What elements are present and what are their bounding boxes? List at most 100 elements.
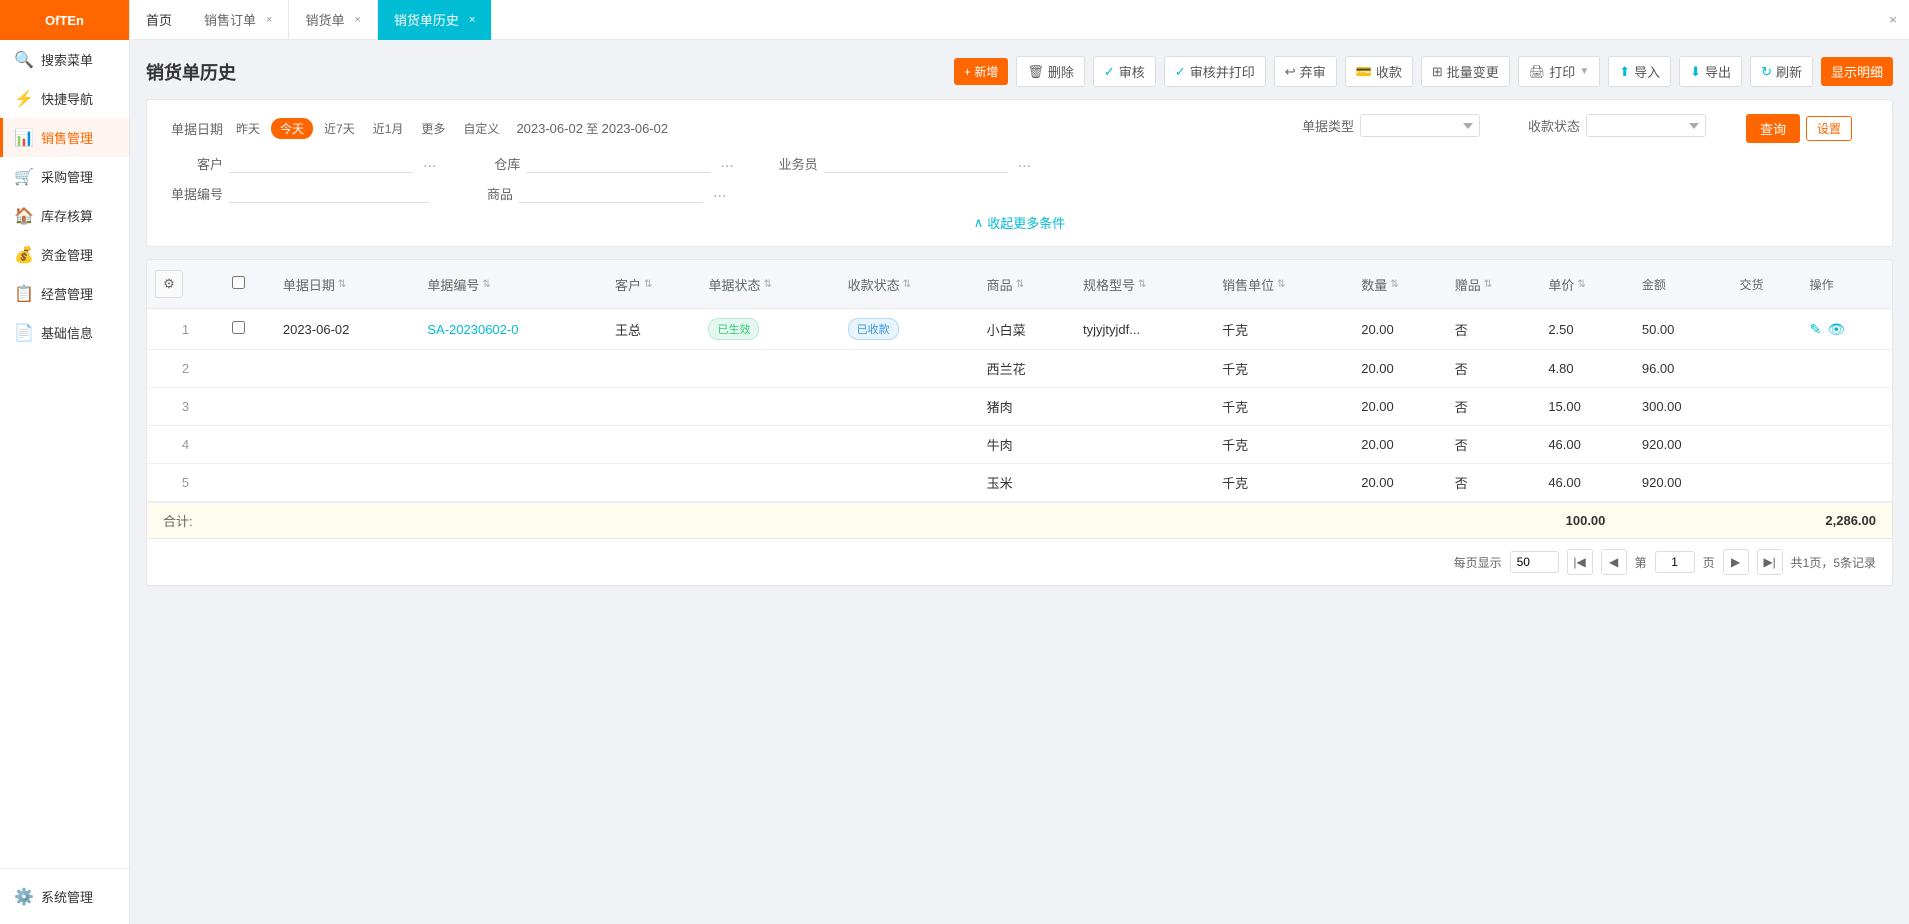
delete-button[interactable]: 🗑 删除 <box>1016 56 1085 87</box>
import-button[interactable]: ⬆ 导入 <box>1608 56 1671 87</box>
salesperson-dots[interactable]: ... <box>1018 154 1031 172</box>
th-doc-number[interactable]: 单据编号⇅ <box>419 260 607 309</box>
sidebar-item-quick-nav[interactable]: ⚡ 快捷导航 <box>0 79 129 118</box>
shortcut-more[interactable]: 更多 <box>414 118 452 139</box>
cell-checkbox[interactable] <box>224 388 275 426</box>
abandon-button[interactable]: ↩ 弃审 <box>1274 56 1337 87</box>
th-gift[interactable]: 赠品⇅ <box>1447 260 1541 309</box>
tab-sales-history-close[interactable]: × <box>469 14 475 26</box>
row-checkbox[interactable] <box>232 321 245 334</box>
select-all-checkbox[interactable] <box>232 276 245 289</box>
sidebar-item-system-mgmt[interactable]: ⚙️ 系统管理 <box>0 877 129 916</box>
doc-number-link[interactable]: SA-20230602-0 <box>427 322 518 337</box>
doc-type-select[interactable] <box>1360 114 1480 137</box>
salesperson-input[interactable] <box>824 153 1008 173</box>
cell-doc-status <box>700 350 839 388</box>
audit-print-button[interactable]: ✓ 审核并打印 <box>1164 56 1266 87</box>
warehouse-dots[interactable]: ... <box>720 154 733 172</box>
cell-checkbox[interactable] <box>224 464 275 502</box>
shortcut-yesterday[interactable]: 昨天 <box>229 118 267 139</box>
customer-dots[interactable]: ... <box>423 154 436 172</box>
pagination: 每页显示 10 20 50 100 |◀ ◀ 第 页 ▶ ▶| 共1页，5条记录 <box>147 538 1892 585</box>
cell-spec-type <box>1075 464 1214 502</box>
th-doc-date[interactable]: 单据日期⇅ <box>275 260 420 309</box>
sidebar-item-purchase-mgmt[interactable]: 🛒 采购管理 <box>0 157 129 196</box>
sidebar-item-finance-mgmt[interactable]: 💰 资金管理 <box>0 235 129 274</box>
th-goods[interactable]: 商品⇅ <box>979 260 1075 309</box>
query-button[interactable]: 查询 <box>1746 114 1800 143</box>
cell-quantity: 20.00 <box>1353 309 1447 350</box>
cell-quantity: 20.00 <box>1353 464 1447 502</box>
print-button[interactable]: 🖨 打印 ▼ <box>1518 56 1600 87</box>
tab-sales-order-close[interactable]: × <box>266 14 272 26</box>
inventory-icon: 🏠 <box>15 207 33 225</box>
cell-spec-type <box>1075 388 1214 426</box>
cell-doc-status <box>700 464 839 502</box>
shortcut-1month[interactable]: 近1月 <box>366 118 411 139</box>
view-icon[interactable]: 👁 <box>1827 321 1845 338</box>
th-customer[interactable]: 客户⇅ <box>607 260 701 309</box>
shortcut-7days[interactable]: 近7天 <box>317 118 362 139</box>
export-button[interactable]: ⬇ 导出 <box>1679 56 1742 87</box>
cell-row-num: 4 <box>147 426 224 464</box>
shortcut-today[interactable]: 今天 <box>271 118 313 139</box>
th-transaction: 交货 <box>1732 260 1802 309</box>
new-button[interactable]: + 新增 <box>954 58 1008 85</box>
show-detail-button[interactable]: 显示明细 <box>1821 57 1893 86</box>
tab-sales-history[interactable]: 销货单历史 × <box>378 0 492 40</box>
goods-dots[interactable]: ... <box>713 184 726 202</box>
filter-doctype-label: 单据类型 <box>1294 116 1354 135</box>
cell-sales-unit: 千克 <box>1214 426 1353 464</box>
sidebar-item-operations-mgmt[interactable]: 📋 经营管理 <box>0 274 129 313</box>
sidebar-item-sales-mgmt[interactable]: 📊 销售管理 <box>0 118 129 157</box>
th-doc-status[interactable]: 单据状态⇅ <box>700 260 839 309</box>
th-spec-type[interactable]: 规格型号⇅ <box>1075 260 1214 309</box>
sidebar-item-search-menu[interactable]: 🔍 搜索菜单 <box>0 40 129 79</box>
last-page-btn[interactable]: ▶| <box>1757 549 1783 575</box>
collect-button[interactable]: 💳 收款 <box>1345 56 1413 87</box>
filter-goods-label: 商品 <box>453 184 513 203</box>
warehouse-input[interactable] <box>526 153 710 173</box>
tab-sales-goods[interactable]: 销货单 × <box>289 0 377 40</box>
first-page-btn[interactable]: |◀ <box>1567 549 1593 575</box>
page-number-input[interactable] <box>1655 551 1695 573</box>
sidebar-item-inventory[interactable]: 🏠 库存核算 <box>0 196 129 235</box>
edit-icon[interactable]: ✎ <box>1810 321 1822 338</box>
sidebar-item-basic-info[interactable]: 📄 基础信息 <box>0 313 129 352</box>
batch-change-button[interactable]: ⊞ 批量变更 <box>1421 56 1510 87</box>
cell-actions: ✎ 👁 <box>1802 309 1892 350</box>
audit-button[interactable]: ✓ 审核 <box>1093 56 1156 87</box>
payment-status-select[interactable] <box>1586 114 1706 137</box>
customer-input[interactable] <box>229 153 413 173</box>
cell-customer <box>607 350 701 388</box>
th-payment-status[interactable]: 收款状态⇅ <box>840 260 979 309</box>
cell-customer <box>607 388 701 426</box>
th-unit-price[interactable]: 单价⇅ <box>1540 260 1634 309</box>
table-settings-icon[interactable]: ⚙ <box>155 270 183 298</box>
filter-payment-status-item: 收款状态 <box>1520 114 1706 137</box>
goods-input[interactable] <box>519 183 703 203</box>
settings-button[interactable]: 设置 <box>1806 116 1852 141</box>
tab-sales-goods-close[interactable]: × <box>354 14 360 26</box>
cell-checkbox[interactable] <box>224 309 275 350</box>
page-size-select[interactable]: 10 20 50 100 <box>1510 551 1559 573</box>
th-checkbox[interactable] <box>224 260 275 309</box>
prev-page-btn[interactable]: ◀ <box>1601 549 1627 575</box>
search-menu-icon: 🔍 <box>15 51 33 69</box>
tab-close-all[interactable]: × <box>1877 12 1909 27</box>
cell-actions <box>1802 426 1892 464</box>
doc-number-input[interactable] <box>229 183 429 203</box>
tab-home[interactable]: 首页 <box>130 0 188 40</box>
sales-mgmt-icon: 📊 <box>15 129 33 147</box>
next-page-btn[interactable]: ▶ <box>1723 549 1749 575</box>
tab-sales-order[interactable]: 销售订单 × <box>188 0 289 40</box>
th-settings[interactable]: ⚙ <box>147 260 224 309</box>
collapse-button[interactable]: ∧ 收起更多条件 <box>163 213 1876 232</box>
cell-gift: 否 <box>1447 350 1541 388</box>
cell-checkbox[interactable] <box>224 350 275 388</box>
th-quantity[interactable]: 数量⇅ <box>1353 260 1447 309</box>
th-sales-unit[interactable]: 销售单位⇅ <box>1214 260 1353 309</box>
shortcut-custom[interactable]: 自定义 <box>456 118 506 139</box>
refresh-button[interactable]: ↻ 刷新 <box>1750 56 1813 87</box>
cell-checkbox[interactable] <box>224 426 275 464</box>
